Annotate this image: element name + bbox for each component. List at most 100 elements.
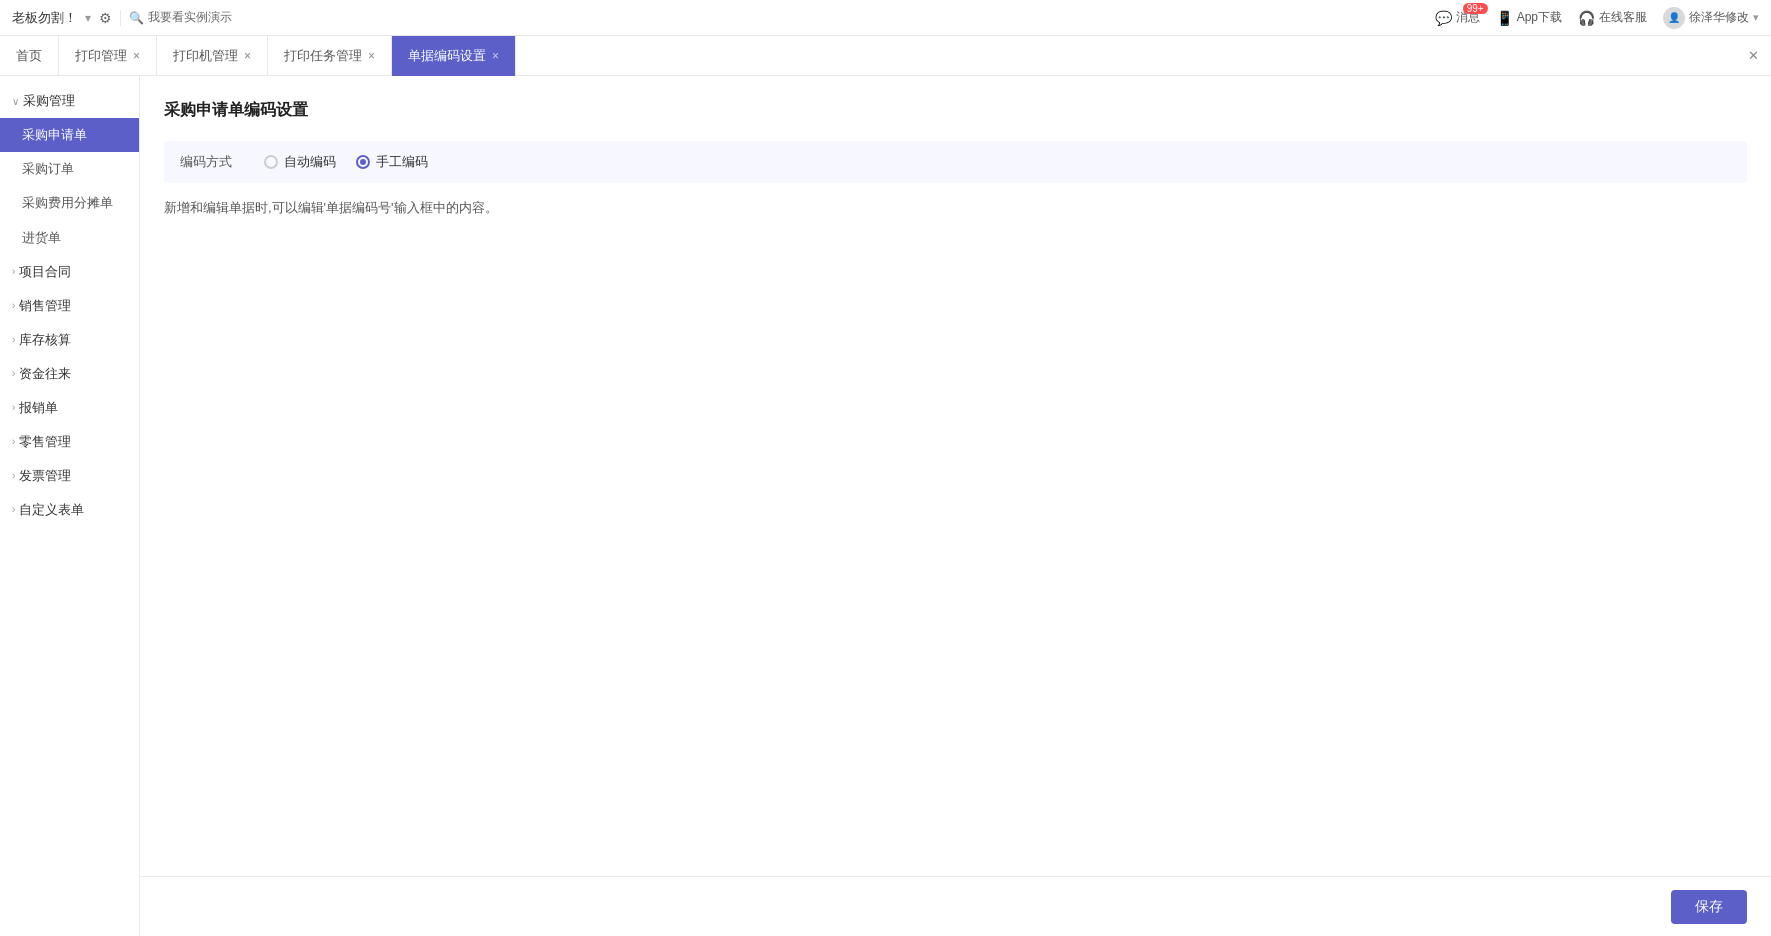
auto-code-option[interactable]: 自动编码 bbox=[264, 153, 336, 171]
sidebar-item-purchase-order-label: 采购订单 bbox=[22, 161, 74, 176]
avatar: 👤 bbox=[1663, 7, 1685, 29]
chevron-right-icon-6: › bbox=[12, 436, 15, 447]
sidebar-group-custom-forms-label: 自定义表单 bbox=[19, 501, 84, 519]
tab-barcode-settings[interactable]: 单据编码设置 × bbox=[392, 36, 516, 76]
chevron-icon[interactable]: ▾ bbox=[85, 11, 91, 25]
sidebar-group-sales-mgmt: › 销售管理 bbox=[0, 289, 139, 323]
chevron-down-icon: ∨ bbox=[12, 96, 19, 107]
app-icon bbox=[1496, 10, 1513, 26]
tab-printer-mgmt[interactable]: 打印机管理 × bbox=[157, 36, 268, 76]
encoding-row: 编码方式 自动编码 手工编码 bbox=[164, 141, 1747, 183]
sidebar-group-returns-label: 报销单 bbox=[19, 399, 58, 417]
tab-print-task-mgmt-close[interactable]: × bbox=[368, 49, 375, 63]
settings-icon[interactable]: ⚙ bbox=[99, 10, 112, 26]
sidebar-group-retail-mgmt: › 零售管理 bbox=[0, 425, 139, 459]
manual-code-label: 手工编码 bbox=[376, 153, 428, 171]
chevron-right-icon-2: › bbox=[12, 300, 15, 311]
manual-code-option[interactable]: 手工编码 bbox=[356, 153, 428, 171]
online-service-label: 在线客服 bbox=[1599, 9, 1647, 26]
divider bbox=[120, 10, 121, 26]
sidebar-group-returns: › 报销单 bbox=[0, 391, 139, 425]
sidebar-item-purchase-order[interactable]: 采购订单 bbox=[0, 152, 139, 186]
sidebar-group-project-contract-title[interactable]: › 项目合同 bbox=[0, 255, 139, 289]
chevron-right-icon-4: › bbox=[12, 368, 15, 379]
sidebar-group-purchase-mgmt-title[interactable]: ∨ 采购管理 bbox=[0, 84, 139, 118]
page-title: 采购申请单编码设置 bbox=[164, 100, 1747, 121]
encoding-section: 编码方式 自动编码 手工编码 新增和编辑单据时,可以编辑'单据编码号'输入框中的… bbox=[164, 141, 1747, 217]
sidebar-group-purchase-mgmt: ∨ 采购管理 采购申请单 采购订单 采购费用分摊单 进货单 bbox=[0, 84, 139, 255]
sidebar-item-inbound-label: 进货单 bbox=[22, 230, 61, 245]
service-icon bbox=[1578, 10, 1595, 26]
sidebar-item-purchase-request[interactable]: 采购申请单 bbox=[0, 118, 139, 152]
online-service-button[interactable]: 在线客服 bbox=[1578, 9, 1647, 26]
search-icon: 🔍 bbox=[129, 11, 144, 25]
tab-printer-mgmt-close[interactable]: × bbox=[244, 49, 251, 63]
sidebar-group-inventory-title[interactable]: › 库存核算 bbox=[0, 323, 139, 357]
app-download-label: App下载 bbox=[1517, 9, 1562, 26]
sidebar-group-invoice-mgmt-label: 发票管理 bbox=[19, 467, 71, 485]
hint-text: 新增和编辑单据时,可以编辑'单据编码号'输入框中的内容。 bbox=[164, 199, 1747, 217]
sidebar-item-purchase-expense[interactable]: 采购费用分摊单 bbox=[0, 186, 139, 220]
sidebar-item-purchase-request-label: 采购申请单 bbox=[22, 127, 87, 142]
user-chevron-icon: ▾ bbox=[1753, 11, 1759, 24]
tab-print-mgmt[interactable]: 打印管理 × bbox=[59, 36, 157, 76]
sidebar-group-sales-mgmt-title[interactable]: › 销售管理 bbox=[0, 289, 139, 323]
sidebar-group-project-contract: › 项目合同 bbox=[0, 255, 139, 289]
sidebar-group-retail-mgmt-title[interactable]: › 零售管理 bbox=[0, 425, 139, 459]
messages-badge: 99+ bbox=[1463, 3, 1488, 14]
user-name: 徐泽华修改 bbox=[1689, 9, 1749, 26]
chevron-right-icon-8: › bbox=[12, 504, 15, 515]
chevron-right-icon-7: › bbox=[12, 470, 15, 481]
user-info[interactable]: 👤 徐泽华修改 ▾ bbox=[1663, 7, 1759, 29]
sidebar-group-invoice-mgmt: › 发票管理 bbox=[0, 459, 139, 493]
tab-print-mgmt-close[interactable]: × bbox=[133, 49, 140, 63]
sidebar-group-returns-title[interactable]: › 报销单 bbox=[0, 391, 139, 425]
close-all-tabs[interactable]: ✕ bbox=[1736, 48, 1771, 63]
manual-code-radio[interactable] bbox=[356, 155, 370, 169]
tab-bar: 首页 打印管理 × 打印机管理 × 打印任务管理 × 单据编码设置 × ✕ bbox=[0, 36, 1771, 76]
sidebar-group-custom-forms-title[interactable]: › 自定义表单 bbox=[0, 493, 139, 527]
sidebar-group-purchase-mgmt-label: 采购管理 bbox=[23, 92, 75, 110]
tab-printer-mgmt-label: 打印机管理 bbox=[173, 47, 238, 65]
top-bar-left: 老板勿割！ ▾ ⚙ 🔍 我要看实例演示 bbox=[12, 9, 232, 27]
tab-home-label: 首页 bbox=[16, 47, 42, 65]
tab-barcode-settings-close[interactable]: × bbox=[492, 49, 499, 63]
search-text: 我要看实例演示 bbox=[148, 9, 232, 26]
sidebar-group-fund-flow-title[interactable]: › 资金往来 bbox=[0, 357, 139, 391]
sidebar-item-purchase-expense-label: 采购费用分摊单 bbox=[22, 195, 113, 210]
encoding-label: 编码方式 bbox=[180, 153, 240, 171]
chevron-right-icon-5: › bbox=[12, 402, 15, 413]
sidebar-group-inventory-label: 库存核算 bbox=[19, 331, 71, 349]
tab-barcode-settings-label: 单据编码设置 bbox=[408, 47, 486, 65]
chat-icon bbox=[1435, 10, 1452, 26]
tab-print-mgmt-label: 打印管理 bbox=[75, 47, 127, 65]
messages-button[interactable]: 消息 99+ bbox=[1435, 9, 1480, 26]
sidebar-group-inventory: › 库存核算 bbox=[0, 323, 139, 357]
sidebar: ∨ 采购管理 采购申请单 采购订单 采购费用分摊单 进货单 › 项目合同 bbox=[0, 76, 140, 936]
sidebar-group-fund-flow-label: 资金往来 bbox=[19, 365, 71, 383]
auto-code-radio[interactable] bbox=[264, 155, 278, 169]
chevron-right-icon-3: › bbox=[12, 334, 15, 345]
auto-code-label: 自动编码 bbox=[284, 153, 336, 171]
top-bar: 老板勿割！ ▾ ⚙ 🔍 我要看实例演示 消息 99+ App下载 在线客服 👤 … bbox=[0, 0, 1771, 36]
sidebar-group-custom-forms: › 自定义表单 bbox=[0, 493, 139, 527]
content-area: 采购申请单编码设置 编码方式 自动编码 手工编码 bbox=[140, 76, 1771, 936]
sidebar-group-invoice-mgmt-title[interactable]: › 发票管理 bbox=[0, 459, 139, 493]
search-bar[interactable]: 🔍 我要看实例演示 bbox=[129, 9, 232, 26]
tab-print-task-mgmt-label: 打印任务管理 bbox=[284, 47, 362, 65]
sidebar-item-inbound[interactable]: 进货单 bbox=[0, 221, 139, 255]
main-layout: ∨ 采购管理 采购申请单 采购订单 采购费用分摊单 进货单 › 项目合同 bbox=[0, 76, 1771, 936]
tab-home[interactable]: 首页 bbox=[0, 36, 59, 76]
sidebar-group-retail-mgmt-label: 零售管理 bbox=[19, 433, 71, 451]
brand-text: 老板勿割！ bbox=[12, 9, 77, 27]
top-bar-right: 消息 99+ App下载 在线客服 👤 徐泽华修改 ▾ bbox=[1435, 7, 1759, 29]
save-button[interactable]: 保存 bbox=[1671, 890, 1747, 924]
sidebar-group-sales-mgmt-label: 销售管理 bbox=[19, 297, 71, 315]
chevron-right-icon: › bbox=[12, 266, 15, 277]
sidebar-group-project-contract-label: 项目合同 bbox=[19, 263, 71, 281]
tab-print-task-mgmt[interactable]: 打印任务管理 × bbox=[268, 36, 392, 76]
sidebar-group-fund-flow: › 资金往来 bbox=[0, 357, 139, 391]
app-download-button[interactable]: App下载 bbox=[1496, 9, 1562, 26]
content-footer: 保存 bbox=[140, 876, 1771, 936]
radio-group: 自动编码 手工编码 bbox=[264, 153, 428, 171]
